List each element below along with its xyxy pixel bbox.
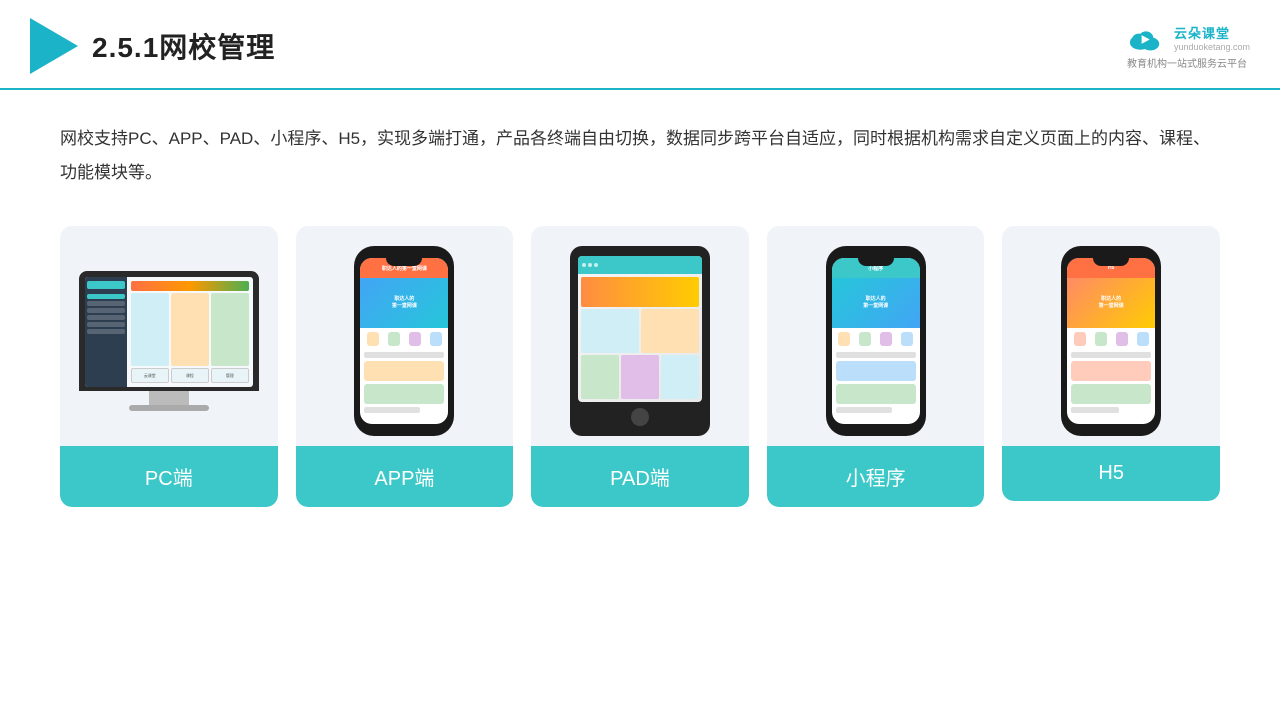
card-miniapp: 小程序 职达人的第一堂网课 (767, 226, 985, 507)
phone-notch (386, 258, 422, 266)
cloud-icon (1124, 23, 1168, 53)
card-h5-label: H5 (1002, 446, 1220, 501)
phone-mockup-app: 职达人的第一堂网课 职达人的第一堂网课 (354, 246, 454, 436)
card-pc: 云课堂 课程 管理 PC端 (60, 226, 278, 507)
phone-screen-h5: H5 职达人的第一堂网课 (1067, 258, 1155, 424)
brand-name: 云朵课堂 yunduoketang.com (1174, 23, 1250, 52)
tablet-mockup (570, 246, 710, 436)
phone-notch-miniapp (858, 258, 894, 266)
header-left: 2.5.1网校管理 (30, 18, 275, 74)
card-h5: H5 职达人的第一堂网课 (1002, 226, 1220, 501)
brand-tagline: 教育机构一站式服务云平台 (1127, 55, 1247, 70)
logo-triangle-icon (30, 18, 78, 74)
phone-mockup-h5: H5 职达人的第一堂网课 (1061, 246, 1161, 436)
card-app: 职达人的第一堂网课 职达人的第一堂网课 (296, 226, 514, 507)
brand-text: 云朵课堂 (1174, 23, 1250, 42)
phone-notch-h5 (1093, 258, 1129, 266)
main-content: 网校支持PC、APP、PAD、小程序、H5，实现多端打通，产品各终端自由切换，数… (0, 90, 1280, 527)
header-right: 云朵课堂 yunduoketang.com 教育机构一站式服务云平台 (1124, 23, 1250, 70)
description-text: 网校支持PC、APP、PAD、小程序、H5，实现多端打通，产品各终端自由切换，数… (60, 122, 1220, 190)
pc-mockup: 云课堂 课程 管理 (79, 271, 259, 411)
card-pc-label: PC端 (60, 446, 278, 507)
brand-url: yunduoketang.com (1174, 42, 1250, 52)
tablet-screen (578, 256, 702, 402)
card-pc-image: 云课堂 课程 管理 (60, 226, 278, 446)
pc-screen-outer: 云课堂 课程 管理 (79, 271, 259, 391)
phone-mockup-miniapp: 小程序 职达人的第一堂网课 (826, 246, 926, 436)
card-app-label: APP端 (296, 446, 514, 507)
page-title: 2.5.1网校管理 (92, 26, 275, 66)
card-pad: PAD端 (531, 226, 749, 507)
card-miniapp-image: 小程序 职达人的第一堂网课 (767, 226, 985, 446)
card-pad-image (531, 226, 749, 446)
cards-container: 云课堂 课程 管理 PC端 (60, 226, 1220, 507)
tablet-home-btn (631, 408, 649, 426)
phone-screen-app: 职达人的第一堂网课 职达人的第一堂网课 (360, 258, 448, 424)
card-h5-image: H5 职达人的第一堂网课 (1002, 226, 1220, 446)
card-app-image: 职达人的第一堂网课 职达人的第一堂网课 (296, 226, 514, 446)
brand-logo: 云朵课堂 yunduoketang.com (1124, 23, 1250, 53)
card-miniapp-label: 小程序 (767, 446, 985, 507)
phone-screen-miniapp: 小程序 职达人的第一堂网课 (832, 258, 920, 424)
card-pad-label: PAD端 (531, 446, 749, 507)
pc-screen-inner: 云课堂 课程 管理 (85, 277, 253, 387)
header: 2.5.1网校管理 云朵课堂 yunduoketang.com 教育机构一站式服… (0, 0, 1280, 90)
